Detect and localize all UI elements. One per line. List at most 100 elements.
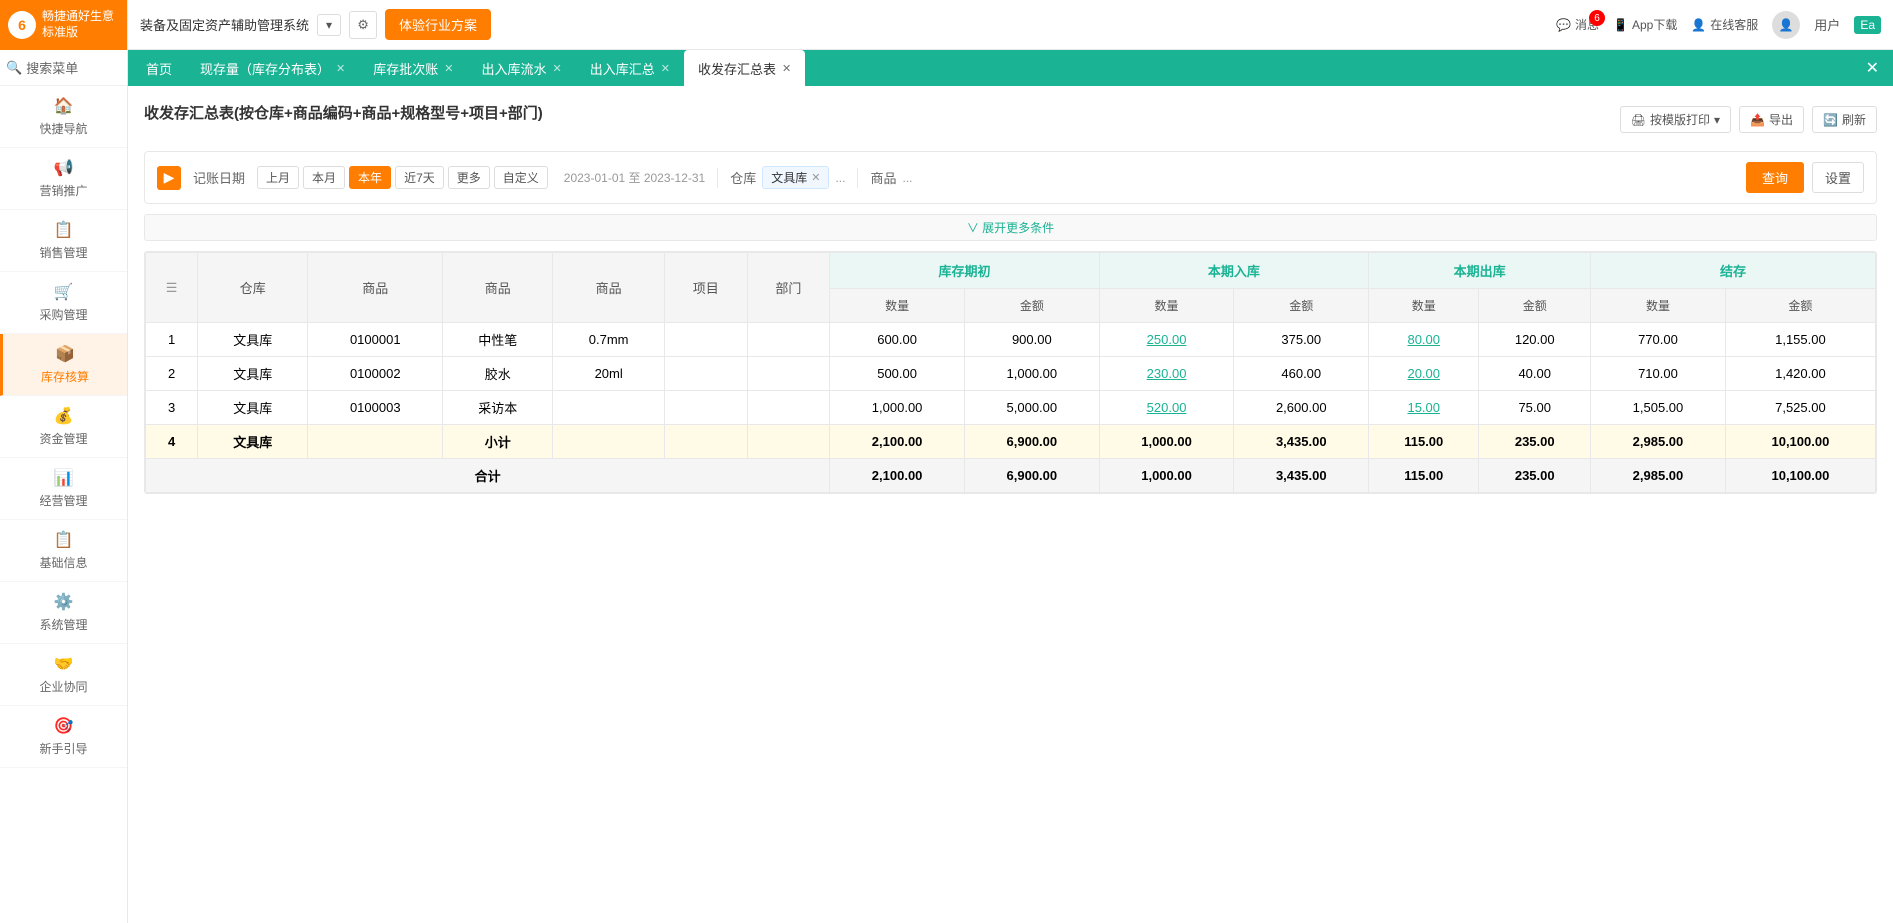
sidebar-item-enterprise[interactable]: 🤝 企业协同 [0, 644, 127, 706]
col-name-header: 商品 [443, 253, 553, 323]
tab-receipt-summary[interactable]: 收发存汇总表 ✕ [684, 50, 805, 86]
code-cell: 0100002 [308, 357, 443, 391]
warehouse-tag[interactable]: 文具库 ✕ [762, 166, 829, 189]
topbar: 装备及固定资产辅助管理系统 ▾ ⚙ 体验行业方案 💬 消息 6 📱 App下载 … [128, 0, 1893, 50]
tab-batch[interactable]: 库存批次账 ✕ [359, 50, 467, 86]
filter-divider-1 [717, 168, 718, 188]
export-button[interactable]: 📤 导出 [1739, 106, 1804, 133]
message-icon: 💬 [1556, 18, 1571, 32]
warehouse-tag-close[interactable]: ✕ [811, 171, 820, 184]
warehouse-filter: 仓库 文具库 ✕ ... [730, 166, 845, 189]
username[interactable]: 用户 [1814, 15, 1840, 34]
date-btn-this-year[interactable]: 本年 [349, 166, 391, 189]
spec-cell: 20ml [553, 357, 665, 391]
filter-toggle-button[interactable]: ▶ [157, 166, 181, 190]
date-btn-this-month[interactable]: 本月 [303, 166, 345, 189]
tab-stock-dist[interactable]: 现存量（库存分布表） ✕ [186, 50, 359, 86]
refresh-button[interactable]: 🔄 刷新 [1812, 106, 1877, 133]
date-btn-more[interactable]: 更多 [448, 166, 490, 189]
system-dropdown[interactable]: ▾ [317, 14, 341, 36]
online-service-action[interactable]: 👤 在线客服 [1691, 16, 1758, 33]
spec-cell [553, 425, 665, 459]
print-icon: 🖨 [1631, 113, 1646, 127]
sidebar-item-inventory[interactable]: 📦 库存核算 [0, 334, 127, 396]
out-qty-cell[interactable]: 115.00 [1369, 425, 1479, 459]
sales-icon: 📋 [54, 220, 74, 240]
tab-summary[interactable]: 出入库汇总 ✕ [576, 50, 684, 86]
tab-close-batch[interactable]: ✕ [444, 62, 453, 75]
footer-out-qty: 115.00 [1369, 459, 1479, 493]
seq-cell: 2 [146, 357, 198, 391]
service-icon: 👤 [1691, 18, 1706, 32]
table-row: 3文具库0100003采访本1,000.005,000.00520.002,60… [146, 391, 1876, 425]
settings-gear-button[interactable]: ⚙ [349, 11, 377, 39]
sidebar-item-finance[interactable]: 💰 资金管理 [0, 396, 127, 458]
footer-bal-qty: 2,985.00 [1591, 459, 1726, 493]
filter-settings-button[interactable]: 设置 [1812, 162, 1864, 193]
date-btn-last-month[interactable]: 上月 [257, 166, 299, 189]
tabbar: 首页 现存量（库存分布表） ✕ 库存批次账 ✕ 出入库流水 ✕ 出入库汇总 ✕ … [128, 50, 1893, 86]
sidebar-item-search[interactable]: 🔍 搜索菜单 [0, 50, 127, 86]
query-button[interactable]: 查询 [1746, 162, 1804, 193]
in-amt-cell: 375.00 [1234, 323, 1369, 357]
marketing-icon: 📢 [54, 158, 74, 178]
col-out-header: 本期出库 [1369, 253, 1591, 289]
sidebar-item-sales[interactable]: 📋 销售管理 [0, 210, 127, 272]
sidebar-header: 6 畅捷通好生意 标准版 [0, 0, 127, 50]
tab-flow[interactable]: 出入库流水 ✕ [467, 50, 575, 86]
sidebar-item-system[interactable]: ⚙️ 系统管理 [0, 582, 127, 644]
sidebar-item-purchase[interactable]: 🛒 采购管理 [0, 272, 127, 334]
warehouse-cell: 文具库 [198, 323, 308, 357]
sidebar-item-guide[interactable]: 🎯 新手引导 [0, 706, 127, 768]
sidebar-logo: 6 [8, 11, 36, 39]
sidebar-item-quick-nav[interactable]: 🏠 快捷导航 [0, 86, 127, 148]
spec-cell [553, 391, 665, 425]
basic-icon: 📋 [54, 530, 74, 550]
print-button[interactable]: 🖨 按模版打印 ▾ [1620, 106, 1731, 133]
date-btn-custom[interactable]: 自定义 [494, 166, 548, 189]
table-row: 2文具库0100002胶水20ml500.001,000.00230.00460… [146, 357, 1876, 391]
in-qty-cell[interactable]: 1,000.00 [1099, 425, 1234, 459]
search-icon: 🔍 [6, 60, 22, 76]
table-settings-icon[interactable]: ☰ [166, 280, 178, 295]
open-qty-cell: 600.00 [830, 323, 965, 357]
app-download-action[interactable]: 📱 App下载 [1613, 16, 1677, 33]
warehouse-more[interactable]: ... [835, 171, 845, 185]
open-amt-cell: 1,000.00 [964, 357, 1099, 391]
col-open-amt-header: 金额 [964, 289, 1099, 323]
home-icon: 🏠 [54, 96, 74, 116]
sidebar-item-marketing[interactable]: 📢 营销推广 [0, 148, 127, 210]
in-qty-cell[interactable]: 520.00 [1099, 391, 1234, 425]
date-buttons: 上月 本月 本年 近7天 更多 自定义 [257, 166, 548, 189]
refresh-icon: 🔄 [1823, 113, 1838, 127]
in-qty-cell[interactable]: 250.00 [1099, 323, 1234, 357]
goods-more[interactable]: ... [903, 171, 913, 185]
tab-close-receipt-summary[interactable]: ✕ [782, 62, 791, 75]
seq-cell: 1 [146, 323, 198, 357]
out-qty-cell[interactable]: 80.00 [1369, 323, 1479, 357]
trial-button[interactable]: 体验行业方案 [385, 9, 491, 40]
col-settings-header[interactable]: ☰ [146, 253, 198, 323]
message-action[interactable]: 💬 消息 6 [1556, 16, 1599, 33]
tabbar-close-all[interactable]: ✕ [1856, 58, 1889, 78]
system-icon: ⚙️ [54, 592, 74, 612]
dept-cell [747, 357, 830, 391]
tab-home[interactable]: 首页 [132, 50, 186, 86]
tab-close-flow[interactable]: ✕ [553, 62, 562, 75]
col-warehouse-header: 仓库 [198, 253, 308, 323]
date-btn-7days[interactable]: 近7天 [395, 166, 444, 189]
sidebar-item-basic[interactable]: 📋 基础信息 [0, 520, 127, 582]
table-row: 4文具库小计2,100.006,900.001,000.003,435.0011… [146, 425, 1876, 459]
sidebar-item-operation[interactable]: 📊 经营管理 [0, 458, 127, 520]
tab-close-summary[interactable]: ✕ [661, 62, 670, 75]
out-qty-cell[interactable]: 15.00 [1369, 391, 1479, 425]
open-qty-cell: 2,100.00 [830, 425, 965, 459]
tab-close-stock-dist[interactable]: ✕ [336, 62, 345, 75]
expand-conditions-button[interactable]: ∨ 展开更多条件 [144, 214, 1877, 241]
out-qty-cell[interactable]: 20.00 [1369, 357, 1479, 391]
in-qty-cell[interactable]: 230.00 [1099, 357, 1234, 391]
sidebar: 6 畅捷通好生意 标准版 🔍 搜索菜单 🏠 快捷导航 📢 营销推广 📋 销售管理… [0, 0, 128, 923]
finance-icon: 💰 [54, 406, 74, 426]
title-row: 收发存汇总表(按仓库+商品编码+商品+规格型号+项目+部门) 🖨 按模版打印 ▾… [144, 102, 1877, 137]
code-cell: 0100003 [308, 391, 443, 425]
